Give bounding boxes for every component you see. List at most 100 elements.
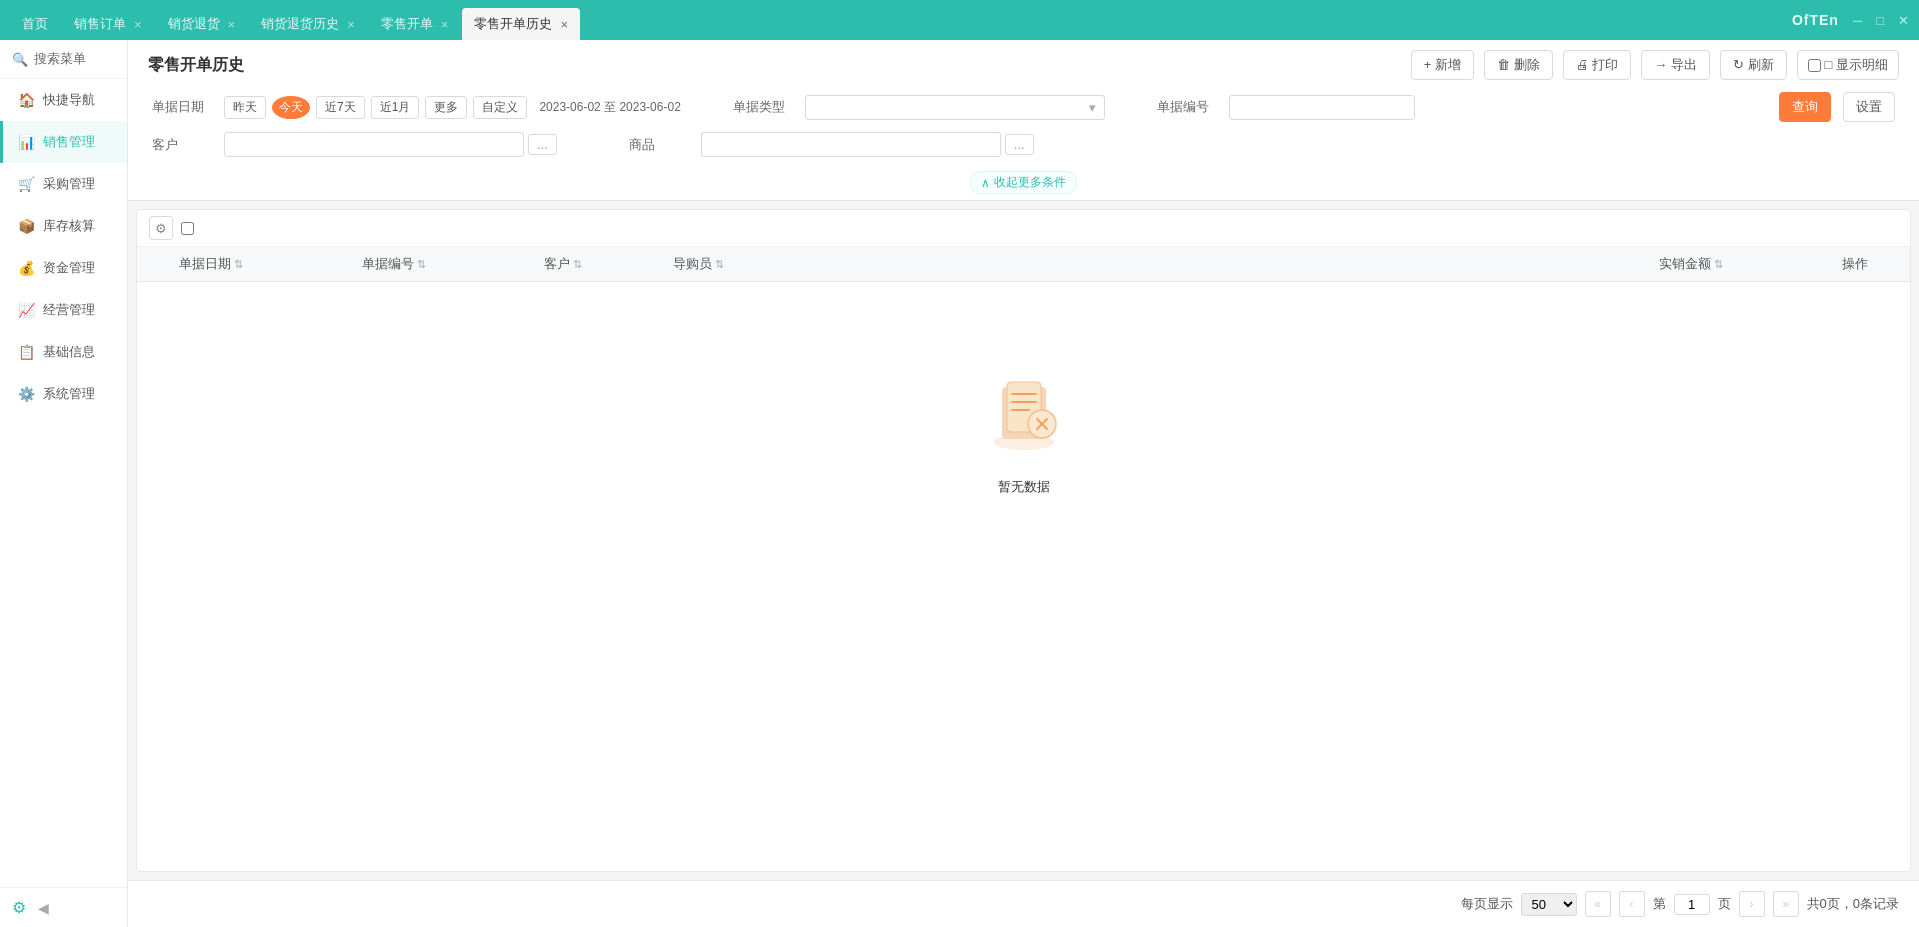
- sidebar-item-inventory[interactable]: 📦 库存核算: [0, 205, 127, 247]
- tab-sales-return-history[interactable]: 销货退货历史×: [249, 8, 367, 40]
- per-page-select[interactable]: 50 100 200: [1521, 893, 1577, 916]
- col-customer[interactable]: 客户⇅: [532, 247, 661, 282]
- next-page-btn[interactable]: ›: [1739, 891, 1765, 917]
- sidebar-label-quick-nav: 快捷导航: [43, 91, 95, 109]
- page-title: 零售开单历史: [148, 55, 244, 76]
- refresh-button[interactable]: ↻ 刷新: [1720, 50, 1787, 80]
- tab-retail-open-history[interactable]: 零售开单历史×: [462, 8, 580, 40]
- per-page-label: 每页显示: [1461, 895, 1513, 913]
- date-btn-yesterday[interactable]: 昨天: [224, 96, 266, 119]
- sidebar-icon-inventory: 📦: [17, 218, 35, 234]
- maximize-btn[interactable]: □: [1876, 13, 1884, 28]
- date-range-display: 2023-06-02 至 2023-06-02: [539, 99, 680, 116]
- tab-close-retail-open-history[interactable]: ×: [560, 17, 568, 32]
- first-page-btn[interactable]: «: [1585, 891, 1611, 917]
- sidebar-item-purchase-mgmt[interactable]: 🛒 采购管理: [0, 163, 127, 205]
- sidebar-item-operation[interactable]: 📈 经营管理: [0, 289, 127, 331]
- page-number-input[interactable]: [1674, 894, 1710, 915]
- add-button[interactable]: + 新增: [1411, 50, 1474, 80]
- table-settings-btn[interactable]: ⚙: [149, 216, 173, 240]
- sidebar-label-finance: 资金管理: [43, 259, 95, 277]
- date-btn-7days[interactable]: 近7天: [316, 96, 365, 119]
- sidebar-item-quick-nav[interactable]: 🏠 快捷导航: [0, 79, 127, 121]
- tab-close-retail-open[interactable]: ×: [441, 17, 449, 32]
- goods-filter-input[interactable]: [701, 132, 1001, 157]
- total-info: 共0页，0条记录: [1807, 895, 1899, 913]
- tab-sales-return[interactable]: 销货退货×: [156, 8, 248, 40]
- search-button[interactable]: 查询: [1779, 92, 1831, 122]
- col-spacer: [817, 247, 1647, 282]
- goods-filter-label: 商品: [629, 136, 689, 154]
- date-btn-more[interactable]: 更多: [425, 96, 467, 119]
- prev-page-btn[interactable]: ‹: [1619, 891, 1645, 917]
- settings-filter-button[interactable]: 设置: [1843, 92, 1895, 122]
- collapse-icon: ∧: [981, 176, 990, 190]
- sidebar-settings-icon[interactable]: ⚙: [12, 898, 26, 917]
- collapse-filter-btn[interactable]: ∧ 收起更多条件: [970, 171, 1077, 194]
- sidebar-label-inventory: 库存核算: [43, 217, 95, 235]
- select-all-checkbox[interactable]: [181, 222, 194, 235]
- sidebar-icon-base-info: 📋: [17, 344, 35, 360]
- goods-ellipsis-btn[interactable]: ...: [1005, 134, 1034, 155]
- sidebar-label-sales-mgmt: 销售管理: [43, 133, 95, 151]
- minimize-btn[interactable]: ─: [1853, 13, 1862, 28]
- sidebar-icon-operation: 📈: [17, 302, 35, 318]
- col-date[interactable]: 单据日期⇅: [167, 247, 350, 282]
- pagination-bar: 每页显示 50 100 200 « ‹ 第 页 › » 共0页，0条记录: [128, 880, 1919, 927]
- type-dropdown-icon: ▾: [1089, 100, 1096, 115]
- sidebar-item-sys-mgmt[interactable]: ⚙️ 系统管理: [0, 373, 127, 415]
- customer-ellipsis-btn[interactable]: ...: [528, 134, 557, 155]
- tab-sales-order[interactable]: 销售订单×: [62, 8, 154, 40]
- date-filter-buttons: 昨天 今天 近7天 近1月 更多 自定义: [224, 96, 527, 119]
- tab-retail-open[interactable]: 零售开单×: [369, 8, 461, 40]
- type-filter-select[interactable]: ▾: [805, 95, 1105, 120]
- sidebar-icon-purchase-mgmt: 🛒: [17, 176, 35, 192]
- empty-state: 暂无数据: [137, 282, 1910, 576]
- sidebar-search[interactable]: 🔍 搜索菜单: [0, 40, 127, 79]
- table-gear-icon: ⚙: [155, 221, 167, 236]
- date-btn-1month[interactable]: 近1月: [371, 96, 420, 119]
- last-page-btn[interactable]: »: [1773, 891, 1799, 917]
- sidebar-label-purchase-mgmt: 采购管理: [43, 175, 95, 193]
- col-guide[interactable]: 导购员⇅: [661, 247, 817, 282]
- export-button[interactable]: → 导出: [1641, 50, 1710, 80]
- page-prefix: 第: [1653, 895, 1666, 913]
- number-filter-label: 单据编号: [1157, 98, 1217, 116]
- sidebar-icon-sys-mgmt: ⚙️: [17, 386, 35, 402]
- sidebar-search-label: 搜索菜单: [34, 50, 86, 68]
- app-title: OfTEn: [1792, 12, 1839, 28]
- tab-close-sales-return[interactable]: ×: [228, 17, 236, 32]
- sidebar-item-sales-mgmt[interactable]: 📊 销售管理: [0, 121, 127, 163]
- sidebar-collapse-icon[interactable]: ◀: [38, 900, 49, 916]
- col-amount[interactable]: 实销金额⇅: [1647, 247, 1830, 282]
- tab-close-sales-return-history[interactable]: ×: [347, 17, 355, 32]
- date-btn-custom[interactable]: 自定义: [473, 96, 527, 119]
- col-actions: 操作: [1830, 247, 1910, 282]
- sidebar-label-operation: 经营管理: [43, 301, 95, 319]
- empty-text: 暂无数据: [998, 478, 1050, 496]
- page-suffix: 页: [1718, 895, 1731, 913]
- col-number[interactable]: 单据编号⇅: [350, 247, 533, 282]
- collapse-label: 收起更多条件: [994, 174, 1066, 191]
- print-button[interactable]: 🖨 打印: [1563, 50, 1632, 80]
- date-filter-label: 单据日期: [152, 98, 212, 116]
- sidebar-icon-finance: 💰: [17, 260, 35, 276]
- sidebar-label-sys-mgmt: 系统管理: [43, 385, 95, 403]
- col-checkbox: [137, 247, 167, 282]
- display-detail-checkbox[interactable]: [1808, 59, 1821, 72]
- data-table: 单据日期⇅ 单据编号⇅ 客户⇅ 导购员⇅ 实销金额⇅ 操作: [137, 247, 1910, 282]
- tab-close-sales-order[interactable]: ×: [134, 17, 142, 32]
- display-detail-toggle[interactable]: □ 显示明细: [1797, 50, 1899, 80]
- delete-button[interactable]: 🗑 删除: [1484, 50, 1553, 80]
- sidebar-icon-quick-nav: 🏠: [17, 92, 35, 108]
- sidebar-item-base-info[interactable]: 📋基础信息: [0, 331, 127, 373]
- customer-filter-input[interactable]: [224, 132, 524, 157]
- search-icon: 🔍: [12, 52, 28, 67]
- sidebar-item-finance[interactable]: 💰 资金管理: [0, 247, 127, 289]
- number-filter-input[interactable]: [1229, 95, 1415, 120]
- date-btn-today[interactable]: 今天: [272, 96, 310, 119]
- sidebar-icon-sales-mgmt: 📊: [17, 134, 35, 150]
- type-filter-label: 单据类型: [733, 98, 793, 116]
- close-window-btn[interactable]: ✕: [1898, 13, 1909, 28]
- tab-home[interactable]: 首页: [10, 8, 60, 40]
